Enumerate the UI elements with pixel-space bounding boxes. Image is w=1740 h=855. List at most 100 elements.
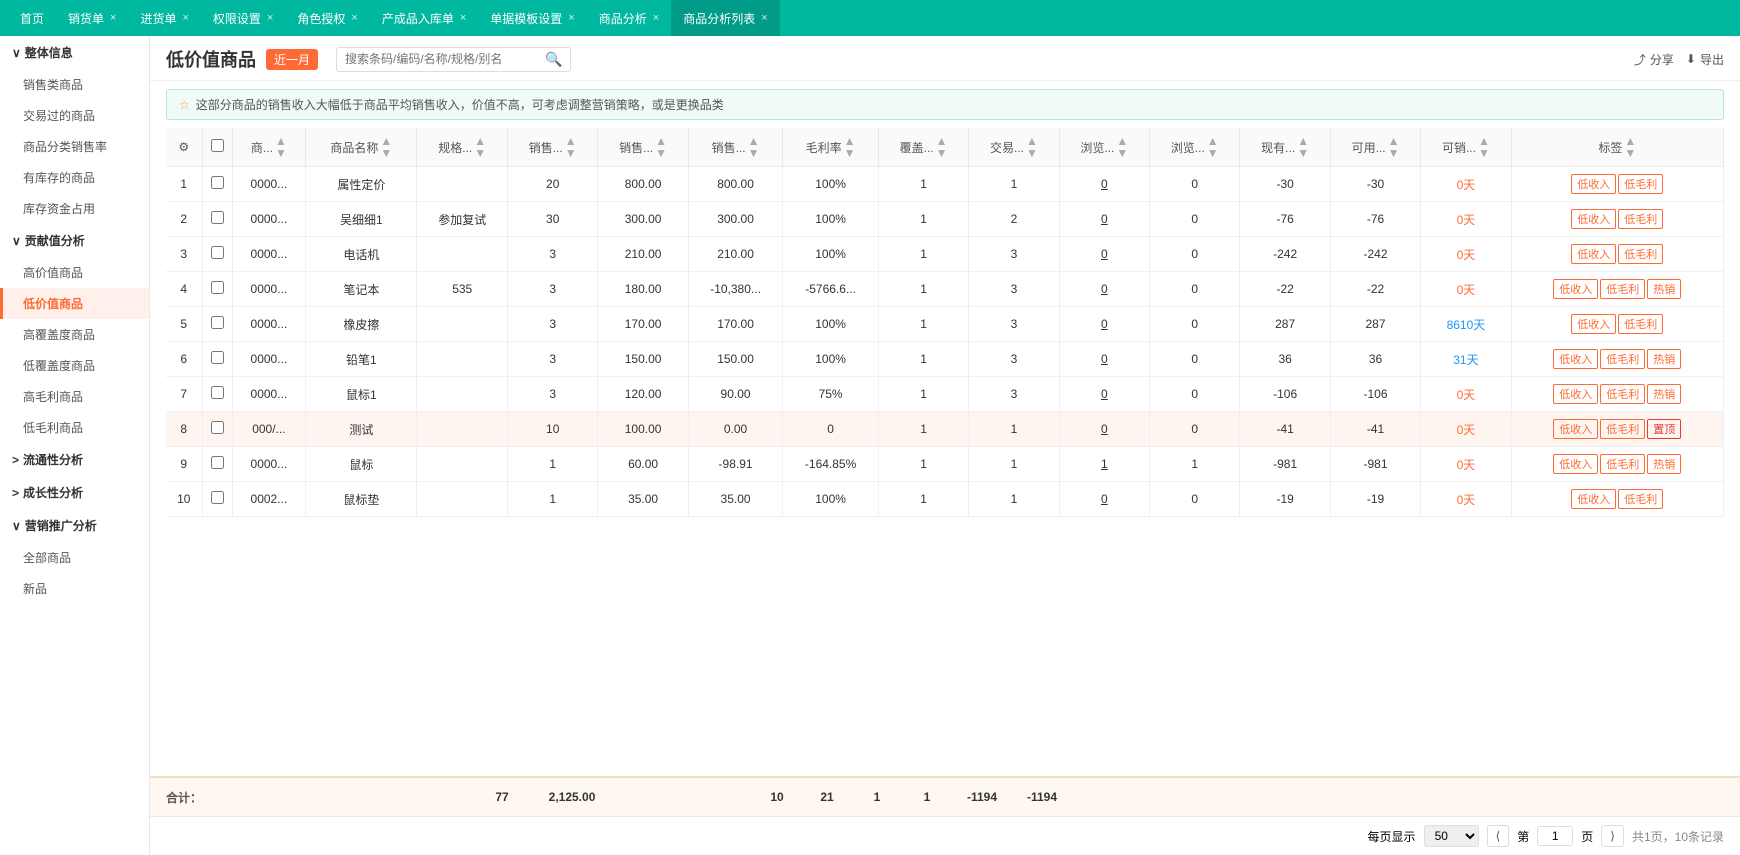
browse1-link[interactable]: 0: [1101, 422, 1108, 436]
sidebar-group-marketing[interactable]: ∨ 营销推广分析: [0, 509, 149, 542]
export-button[interactable]: ⬇ 导出: [1686, 51, 1724, 68]
row-browse1[interactable]: 0: [1059, 482, 1149, 517]
sidebar-item-sales-products[interactable]: 销售类商品: [0, 69, 149, 100]
nav-sales-close[interactable]: ×: [110, 12, 116, 24]
row-browse1[interactable]: 0: [1059, 167, 1149, 202]
sidebar-item-high-coverage[interactable]: 高覆盖度商品: [0, 319, 149, 350]
sidebar-group-growth[interactable]: > 成长性分析: [0, 476, 149, 509]
nav-analysis-list-close[interactable]: ×: [761, 12, 767, 24]
row-checkbox-cell[interactable]: [202, 412, 232, 447]
row-checkbox[interactable]: [211, 386, 224, 399]
nav-product-inbound[interactable]: 产成品入库单 ×: [370, 0, 478, 36]
select-all-checkbox[interactable]: [211, 139, 224, 152]
row-browse1[interactable]: 0: [1059, 412, 1149, 447]
row-checkbox-cell[interactable]: [202, 447, 232, 482]
sidebar-item-all-products[interactable]: 全部商品: [0, 542, 149, 573]
col-gear[interactable]: ⚙: [166, 128, 202, 167]
nav-product-inbound-close[interactable]: ×: [460, 12, 466, 24]
nav-analysis-close[interactable]: ×: [653, 12, 659, 24]
sidebar-item-new-products[interactable]: 新品: [0, 573, 149, 604]
browse1-link[interactable]: 0: [1101, 177, 1108, 191]
browse1-link[interactable]: 0: [1101, 317, 1108, 331]
nav-home[interactable]: 首页: [8, 0, 56, 36]
row-name[interactable]: 铅笔1: [306, 342, 417, 377]
sidebar-item-category-sales-rate[interactable]: 商品分类销售率: [0, 131, 149, 162]
browse1-link[interactable]: 0: [1101, 492, 1108, 506]
row-browse1[interactable]: 0: [1059, 202, 1149, 237]
sidebar-item-low-margin[interactable]: 低毛利商品: [0, 412, 149, 443]
sidebar-item-inventory-capital[interactable]: 库存资金占用: [0, 193, 149, 224]
row-checkbox-cell[interactable]: [202, 482, 232, 517]
nav-purchase-close[interactable]: ×: [182, 12, 188, 24]
browse1-link[interactable]: 0: [1101, 247, 1108, 261]
row-checkbox-cell[interactable]: [202, 202, 232, 237]
sidebar-group-contribution[interactable]: ∨ 贡献值分析: [0, 224, 149, 257]
row-checkbox[interactable]: [211, 456, 224, 469]
nav-permissions[interactable]: 权限设置 ×: [201, 0, 285, 36]
page-number-input[interactable]: [1537, 826, 1573, 846]
row-browse1[interactable]: 0: [1059, 342, 1149, 377]
page-size-select[interactable]: 50 100: [1424, 825, 1479, 847]
col-checkbox[interactable]: [202, 128, 232, 167]
row-checkbox[interactable]: [211, 176, 224, 189]
nav-sales[interactable]: 销货单 ×: [56, 0, 128, 36]
row-checkbox[interactable]: [211, 491, 224, 504]
row-name[interactable]: 橡皮擦: [306, 307, 417, 342]
row-name[interactable]: 笔记本: [306, 272, 417, 307]
nav-template-settings[interactable]: 单据模板设置 ×: [478, 0, 586, 36]
row-browse1[interactable]: 0: [1059, 377, 1149, 412]
nav-purchase[interactable]: 进货单 ×: [128, 0, 200, 36]
row-browse1[interactable]: 0: [1059, 307, 1149, 342]
row-name[interactable]: 测试: [306, 412, 417, 447]
row-browse1[interactable]: 0: [1059, 272, 1149, 307]
row-checkbox-cell[interactable]: [202, 342, 232, 377]
browse1-link[interactable]: 1: [1101, 457, 1108, 471]
row-checkbox[interactable]: [211, 351, 224, 364]
row-browse1[interactable]: 1: [1059, 447, 1149, 482]
row-checkbox-cell[interactable]: [202, 272, 232, 307]
nav-role-auth-close[interactable]: ×: [351, 12, 357, 24]
row-checkbox[interactable]: [211, 316, 224, 329]
row-checkbox[interactable]: [211, 281, 224, 294]
row-current: -242: [1240, 237, 1330, 272]
nav-template-close[interactable]: ×: [568, 12, 574, 24]
row-name[interactable]: 电话机: [306, 237, 417, 272]
nav-product-analysis[interactable]: 商品分析 ×: [587, 0, 671, 36]
row-browse1[interactable]: 0: [1059, 237, 1149, 272]
search-input[interactable]: [345, 52, 545, 66]
row-checkbox[interactable]: [211, 211, 224, 224]
sidebar-item-high-margin[interactable]: 高毛利商品: [0, 381, 149, 412]
row-name[interactable]: 鼠标1: [306, 377, 417, 412]
filter-recent-month-btn[interactable]: 近一月: [266, 49, 318, 70]
row-name[interactable]: 吴细细1: [306, 202, 417, 237]
row-name[interactable]: 属性定价: [306, 167, 417, 202]
sidebar-item-stock-products[interactable]: 有库存的商品: [0, 162, 149, 193]
row-name[interactable]: 鼠标垫: [306, 482, 417, 517]
sidebar-item-low-coverage[interactable]: 低覆盖度商品: [0, 350, 149, 381]
row-checkbox-cell[interactable]: [202, 307, 232, 342]
row-trade: 2: [969, 202, 1059, 237]
row-checkbox[interactable]: [211, 421, 224, 434]
row-checkbox[interactable]: [211, 246, 224, 259]
browse1-link[interactable]: 0: [1101, 352, 1108, 366]
sidebar-item-high-value[interactable]: 高价值商品: [0, 257, 149, 288]
page-next-btn[interactable]: ⟩: [1601, 825, 1624, 847]
search-icon[interactable]: 🔍: [545, 51, 562, 68]
row-checkbox-cell[interactable]: [202, 377, 232, 412]
sidebar-item-traded-products[interactable]: 交易过的商品: [0, 100, 149, 131]
row-name[interactable]: 鼠标: [306, 447, 417, 482]
sidebar-item-low-value[interactable]: 低价值商品: [0, 288, 149, 319]
nav-analysis-list[interactable]: 商品分析列表 ×: [671, 0, 779, 36]
row-checkbox-cell[interactable]: [202, 237, 232, 272]
row-checkbox-cell[interactable]: [202, 167, 232, 202]
browse1-link[interactable]: 0: [1101, 212, 1108, 226]
nav-role-auth[interactable]: 角色授权 ×: [285, 0, 369, 36]
row-coverage: 1: [878, 167, 968, 202]
share-button[interactable]: ⤴ 分享: [1634, 51, 1674, 68]
page-first-btn[interactable]: ⟨: [1487, 825, 1510, 847]
nav-permissions-close[interactable]: ×: [267, 12, 273, 24]
sidebar-group-overall[interactable]: ∨ 整体信息: [0, 36, 149, 69]
browse1-link[interactable]: 0: [1101, 387, 1108, 401]
browse1-link[interactable]: 0: [1101, 282, 1108, 296]
sidebar-group-circulation[interactable]: > 流通性分析: [0, 443, 149, 476]
